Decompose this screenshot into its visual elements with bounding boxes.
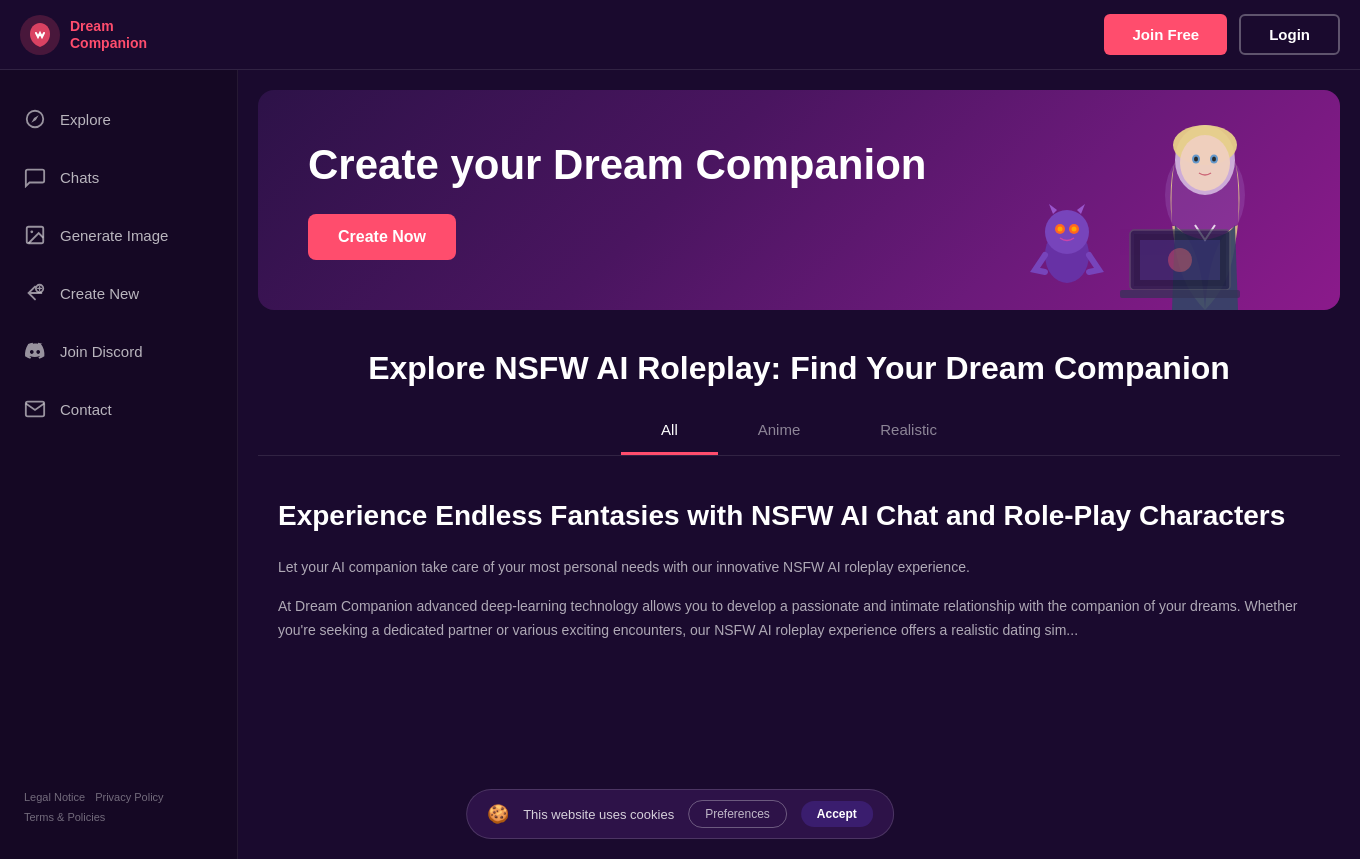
preferences-button[interactable]: Preferences: [688, 800, 787, 828]
explore-section-title: Explore NSFW AI Roleplay: Find Your Drea…: [238, 310, 1360, 407]
laptop-svg: [1120, 225, 1240, 305]
content-para-1: Let your AI companion take care of your …: [278, 556, 1320, 580]
sidebar-item-chats-label: Chats: [60, 169, 99, 186]
cookie-text: This website uses cookies: [523, 807, 674, 822]
content-heading: Experience Endless Fantasies with NSFW A…: [278, 496, 1320, 535]
tabs-row: All Anime Realistic: [258, 407, 1340, 456]
sidebar-item-contact-label: Contact: [60, 401, 112, 418]
login-button[interactable]: Login: [1239, 14, 1340, 55]
tab-anime[interactable]: Anime: [718, 407, 841, 455]
hero-small-character-svg: [1025, 200, 1110, 300]
header-buttons: Join Free Login: [1104, 14, 1340, 55]
footer-link-terms[interactable]: Terms & Policies: [24, 811, 213, 823]
compass-icon: [24, 108, 46, 130]
sidebar-item-join-discord[interactable]: Join Discord: [0, 322, 237, 380]
sidebar-item-create-new[interactable]: Create New: [0, 264, 237, 322]
svg-point-14: [1045, 210, 1089, 254]
logo-text: Dream Companion: [70, 18, 147, 52]
svg-point-25: [1168, 248, 1192, 272]
hero-text-area: Create your Dream Companion Create Now: [308, 140, 926, 260]
hero-title: Create your Dream Companion: [308, 140, 926, 190]
sidebar-footer: Legal Notice Privacy Policy Terms & Poli…: [0, 775, 237, 839]
sidebar: Explore Chats Generate Image: [0, 70, 238, 859]
contact-icon: [24, 398, 46, 420]
hero-image-area: [990, 90, 1340, 310]
tab-realistic[interactable]: Realistic: [840, 407, 977, 455]
hero-banner: Create your Dream Companion Create Now: [258, 90, 1340, 310]
logo-icon: [20, 15, 60, 55]
sidebar-item-generate-image[interactable]: Generate Image: [0, 206, 237, 264]
svg-marker-20: [1077, 204, 1085, 214]
cookie-banner: 🍪 This website uses cookies Preferences …: [466, 789, 894, 839]
main-content: Create your Dream Companion Create Now: [238, 70, 1360, 859]
svg-point-11: [1194, 157, 1198, 162]
content-para-2: At Dream Companion advanced deep-learnin…: [278, 595, 1320, 643]
sidebar-item-explore[interactable]: Explore: [0, 90, 237, 148]
svg-point-12: [1212, 157, 1216, 162]
create-icon: [24, 282, 46, 304]
tab-all[interactable]: All: [621, 407, 718, 455]
svg-point-18: [1072, 227, 1077, 232]
svg-marker-19: [1049, 204, 1057, 214]
sidebar-item-generate-image-label: Generate Image: [60, 227, 168, 244]
footer-links: Legal Notice Privacy Policy: [24, 791, 213, 803]
layout: Explore Chats Generate Image: [0, 0, 1360, 859]
svg-point-8: [1180, 135, 1230, 191]
footer-link-legal[interactable]: Legal Notice: [24, 791, 85, 803]
sidebar-item-chats[interactable]: Chats: [0, 148, 237, 206]
footer-link-privacy[interactable]: Privacy Policy: [95, 791, 163, 803]
sidebar-item-join-discord-label: Join Discord: [60, 343, 143, 360]
svg-rect-23: [1120, 290, 1240, 298]
cookie-icon: 🍪: [487, 803, 509, 825]
content-section: Experience Endless Fantasies with NSFW A…: [238, 456, 1360, 699]
header: Dream Companion Join Free Login: [0, 0, 1360, 70]
accept-button[interactable]: Accept: [801, 801, 873, 827]
create-now-button[interactable]: Create Now: [308, 214, 456, 260]
join-free-button[interactable]: Join Free: [1104, 14, 1227, 55]
chat-icon: [24, 166, 46, 188]
discord-icon: [24, 340, 46, 362]
svg-point-17: [1058, 227, 1063, 232]
sidebar-item-contact[interactable]: Contact: [0, 380, 237, 438]
sidebar-nav: Explore Chats Generate Image: [0, 90, 237, 775]
sidebar-item-create-new-label: Create New: [60, 285, 139, 302]
sidebar-item-explore-label: Explore: [60, 111, 111, 128]
svg-point-3: [30, 230, 33, 233]
image-icon: [24, 224, 46, 246]
logo[interactable]: Dream Companion: [20, 15, 147, 55]
